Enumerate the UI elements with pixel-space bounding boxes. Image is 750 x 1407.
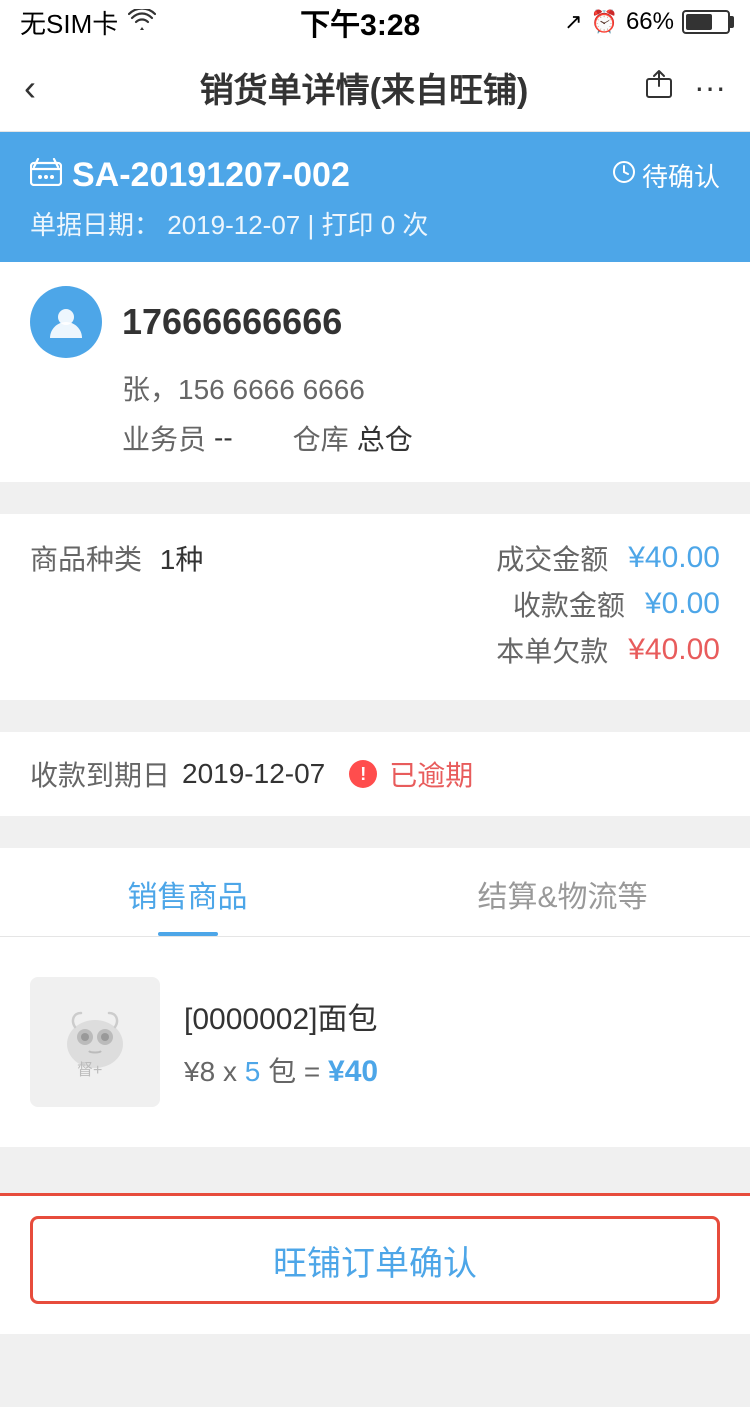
product-name: [0000002]面包 — [184, 994, 720, 1038]
location-icon: ↗ — [564, 9, 582, 35]
share-icon[interactable] — [644, 69, 674, 106]
tabs-section: 销售商品 结算&物流等 — [0, 848, 750, 937]
order-banner: SA-20191207-002 待确认 单据日期： 2019-12-07 | 打… — [0, 132, 750, 262]
order-id-icon — [30, 156, 62, 195]
more-icon[interactable]: ··· — [694, 69, 726, 106]
status-bar: 无SIM卡 下午3:28 ↗ ⏰ 66% — [0, 0, 750, 44]
carrier-text: 无SIM卡 — [20, 4, 118, 41]
product-thumbnail: 督+ — [30, 977, 160, 1107]
tab-sales-products[interactable]: 销售商品 — [0, 848, 375, 936]
amount-summary: 成交金额 ¥40.00 收款金额 ¥0.00 本单欠款 ¥40.00 — [496, 538, 720, 676]
warehouse-meta: 仓库 总仓 — [293, 418, 413, 458]
status-clock-icon — [612, 160, 636, 191]
divider-2 — [0, 716, 750, 732]
svg-text:督+: 督+ — [77, 1061, 102, 1079]
status-carrier: 无SIM卡 — [20, 4, 156, 41]
received-amount-row: 收款金额 ¥0.00 — [496, 584, 720, 624]
product-item: 督+ [0000002]面包 ¥8 x 5 包 = ¥40 — [30, 957, 720, 1127]
salesperson-meta: 业务员 -- — [122, 418, 233, 458]
overdue-text: 已逾期 — [389, 754, 473, 794]
confirm-button-wrap: 旺铺订单确认 — [0, 1193, 750, 1334]
product-type: 商品种类 1种 — [30, 538, 203, 578]
confirm-order-button[interactable]: 旺铺订单确认 — [30, 1216, 720, 1304]
owed-amount-row: 本单欠款 ¥40.00 — [496, 630, 720, 670]
product-price-row: ¥8 x 5 包 = ¥40 — [184, 1050, 720, 1090]
back-button[interactable]: ‹ — [24, 67, 84, 109]
overdue-warning-icon: ! — [349, 760, 377, 788]
alarm-icon: ⏰ — [591, 9, 618, 35]
page-title: 销货单详情(来自旺铺) — [84, 63, 644, 112]
customer-name: 张，156 6666 6666 — [122, 368, 720, 408]
divider-1 — [0, 498, 750, 514]
product-info: [0000002]面包 ¥8 x 5 包 = ¥40 — [184, 994, 720, 1090]
nav-bar: ‹ 销货单详情(来自旺铺) ··· — [0, 44, 750, 132]
status-indicators: ↗ ⏰ 66% — [564, 8, 730, 36]
customer-phone: 17666666666 — [122, 301, 342, 343]
product-section: 督+ [0000002]面包 ¥8 x 5 包 = ¥40 — [0, 937, 750, 1147]
divider-3 — [0, 832, 750, 848]
wifi-icon — [128, 7, 156, 38]
battery-percentage: 66% — [626, 8, 674, 36]
customer-avatar — [30, 286, 102, 358]
tab-settlement-logistics[interactable]: 结算&物流等 — [375, 848, 750, 936]
customer-section: 17666666666 张，156 6666 6666 业务员 -- 仓库 总仓 — [0, 262, 750, 482]
order-id: SA-20191207-002 — [30, 156, 350, 195]
battery-icon — [682, 10, 730, 34]
status-time: 下午3:28 — [300, 0, 420, 44]
order-status: 待确认 — [612, 157, 720, 194]
order-date: 单据日期： 2019-12-07 | 打印 0 次 — [30, 205, 720, 242]
tabs-row: 销售商品 结算&物流等 — [0, 848, 750, 937]
deal-amount-row: 成交金额 ¥40.00 — [496, 538, 720, 578]
summary-section: 商品种类 1种 成交金额 ¥40.00 收款金额 ¥0.00 本单欠款 ¥40.… — [0, 514, 750, 700]
due-date-section: 收款到期日 2019-12-07 ! 已逾期 — [0, 732, 750, 816]
customer-meta: 业务员 -- 仓库 总仓 — [122, 418, 720, 458]
nav-actions: ··· — [644, 69, 726, 106]
